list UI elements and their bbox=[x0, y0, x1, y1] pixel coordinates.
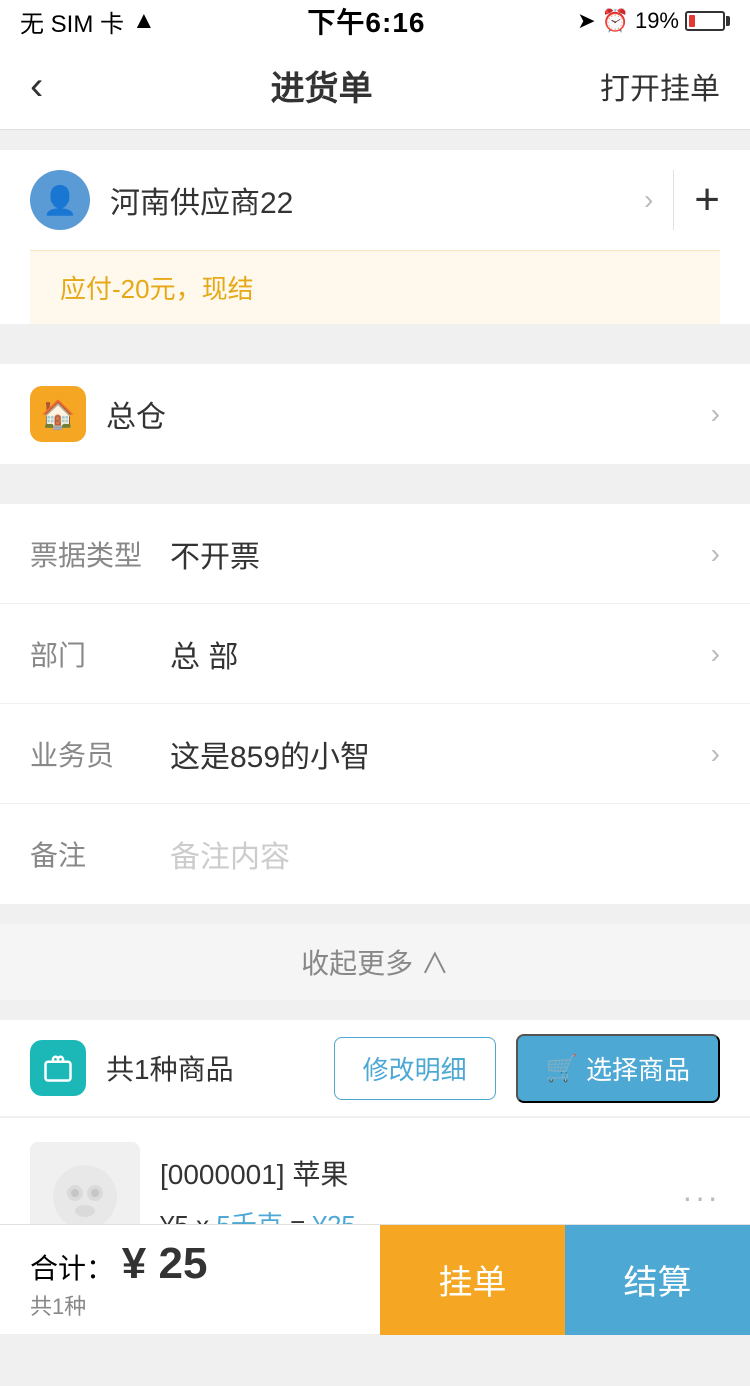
department-value: 总 部 bbox=[170, 632, 711, 676]
invoice-type-value: 不开票 bbox=[170, 532, 711, 576]
products-header: 共1种商品 修改明细 🛒 选择商品 bbox=[0, 1020, 750, 1116]
status-time: 下午6:16 bbox=[307, 1, 425, 41]
warehouse-value: 总仓 bbox=[106, 392, 711, 436]
product-code: [0000001] bbox=[160, 1159, 285, 1190]
warehouse-icon: 🏠 bbox=[30, 386, 86, 442]
hang-label: 挂单 bbox=[439, 1255, 507, 1304]
remark-placeholder: 备注内容 bbox=[170, 832, 720, 876]
products-icon bbox=[30, 1040, 86, 1096]
status-left: 无 SIM 卡 ▲ bbox=[20, 4, 156, 39]
location-icon: ➤ bbox=[577, 8, 595, 34]
edit-details-button[interactable]: 修改明细 bbox=[334, 1037, 496, 1100]
avatar-icon: 👤 bbox=[43, 184, 78, 217]
select-product-button[interactable]: 🛒 选择商品 bbox=[516, 1034, 720, 1103]
section-gap-1 bbox=[0, 130, 750, 150]
supplier-add-button[interactable]: + bbox=[694, 178, 720, 222]
warehouse-row[interactable]: 🏠 总仓 › bbox=[0, 364, 750, 464]
product-more-button[interactable]: ··· bbox=[682, 1179, 720, 1216]
department-chevron-icon: › bbox=[711, 638, 720, 670]
salesperson-row[interactable]: 业务员 这是859的小智 › bbox=[0, 704, 750, 804]
remark-label: 备注 bbox=[30, 834, 170, 874]
page-title: 进货单 bbox=[271, 61, 373, 110]
collapse-bar[interactable]: 收起更多 ∧ bbox=[0, 924, 750, 1000]
invoice-type-row[interactable]: 票据类型 不开票 › bbox=[0, 504, 750, 604]
status-bar: 无 SIM 卡 ▲ 下午6:16 ➤ ⏰ 19% bbox=[0, 0, 750, 42]
checkout-button[interactable]: 结算 bbox=[565, 1225, 750, 1335]
payment-notice: 应付-20元，现结 bbox=[30, 250, 720, 324]
select-product-label: 选择商品 bbox=[586, 1050, 690, 1087]
supplier-row[interactable]: 👤 河南供应商22 › + bbox=[30, 150, 720, 250]
supplier-avatar: 👤 bbox=[30, 170, 90, 230]
nav-bar: ‹ 进货单 打开挂单 bbox=[0, 42, 750, 130]
section-gap-2 bbox=[0, 324, 750, 344]
remark-row[interactable]: 备注 备注内容 bbox=[0, 804, 750, 904]
checkout-label: 结算 bbox=[624, 1255, 692, 1304]
supplier-chevron-icon: › bbox=[644, 184, 653, 216]
supplier-divider bbox=[673, 170, 674, 230]
total-sub: 共1种 bbox=[30, 1289, 350, 1321]
battery-percent: 19% bbox=[635, 8, 679, 34]
form-section: 票据类型 不开票 › 部门 总 部 › 业务员 这是859的小智 › 备注 备注… bbox=[0, 504, 750, 904]
warehouse-chevron-icon: › bbox=[711, 398, 720, 430]
hang-button[interactable]: 挂单 bbox=[380, 1225, 565, 1335]
salesperson-label: 业务员 bbox=[30, 734, 170, 774]
carrier-label: 无 SIM 卡 bbox=[20, 4, 124, 39]
alarm-icon: ⏰ bbox=[602, 8, 629, 34]
department-row[interactable]: 部门 总 部 › bbox=[0, 604, 750, 704]
product-name: [0000001] 苹果 bbox=[160, 1153, 662, 1193]
invoice-chevron-icon: › bbox=[711, 538, 720, 570]
department-label: 部门 bbox=[30, 634, 170, 674]
collapse-label: 收起更多 ∧ bbox=[301, 942, 449, 982]
supplier-name: 河南供应商22 bbox=[110, 178, 644, 222]
footer: 合计： ¥ 25 共1种 挂单 结算 bbox=[0, 1224, 750, 1334]
salesperson-value: 这是859的小智 bbox=[170, 732, 711, 776]
warehouse-section: 🏠 总仓 › bbox=[0, 364, 750, 464]
status-right: ➤ ⏰ 19% bbox=[577, 8, 730, 34]
total-amount: ¥ 25 bbox=[122, 1239, 208, 1288]
supplier-section: 👤 河南供应商22 › + 应付-20元，现结 bbox=[0, 150, 750, 324]
total-label: 合计： bbox=[30, 1253, 114, 1284]
section-gap-3 bbox=[0, 464, 750, 484]
back-button[interactable]: ‹ bbox=[30, 66, 43, 106]
select-product-icon: 🛒 bbox=[546, 1053, 578, 1084]
products-count: 共1种商品 bbox=[106, 1048, 314, 1088]
battery-icon bbox=[685, 11, 730, 31]
product-title: 苹果 bbox=[292, 1159, 348, 1190]
open-hang-button[interactable]: 打开挂单 bbox=[600, 64, 720, 108]
salesperson-chevron-icon: › bbox=[711, 738, 720, 770]
footer-total: 合计： ¥ 25 共1种 bbox=[0, 1239, 380, 1321]
invoice-type-label: 票据类型 bbox=[30, 534, 170, 574]
wifi-icon: ▲ bbox=[132, 7, 156, 35]
